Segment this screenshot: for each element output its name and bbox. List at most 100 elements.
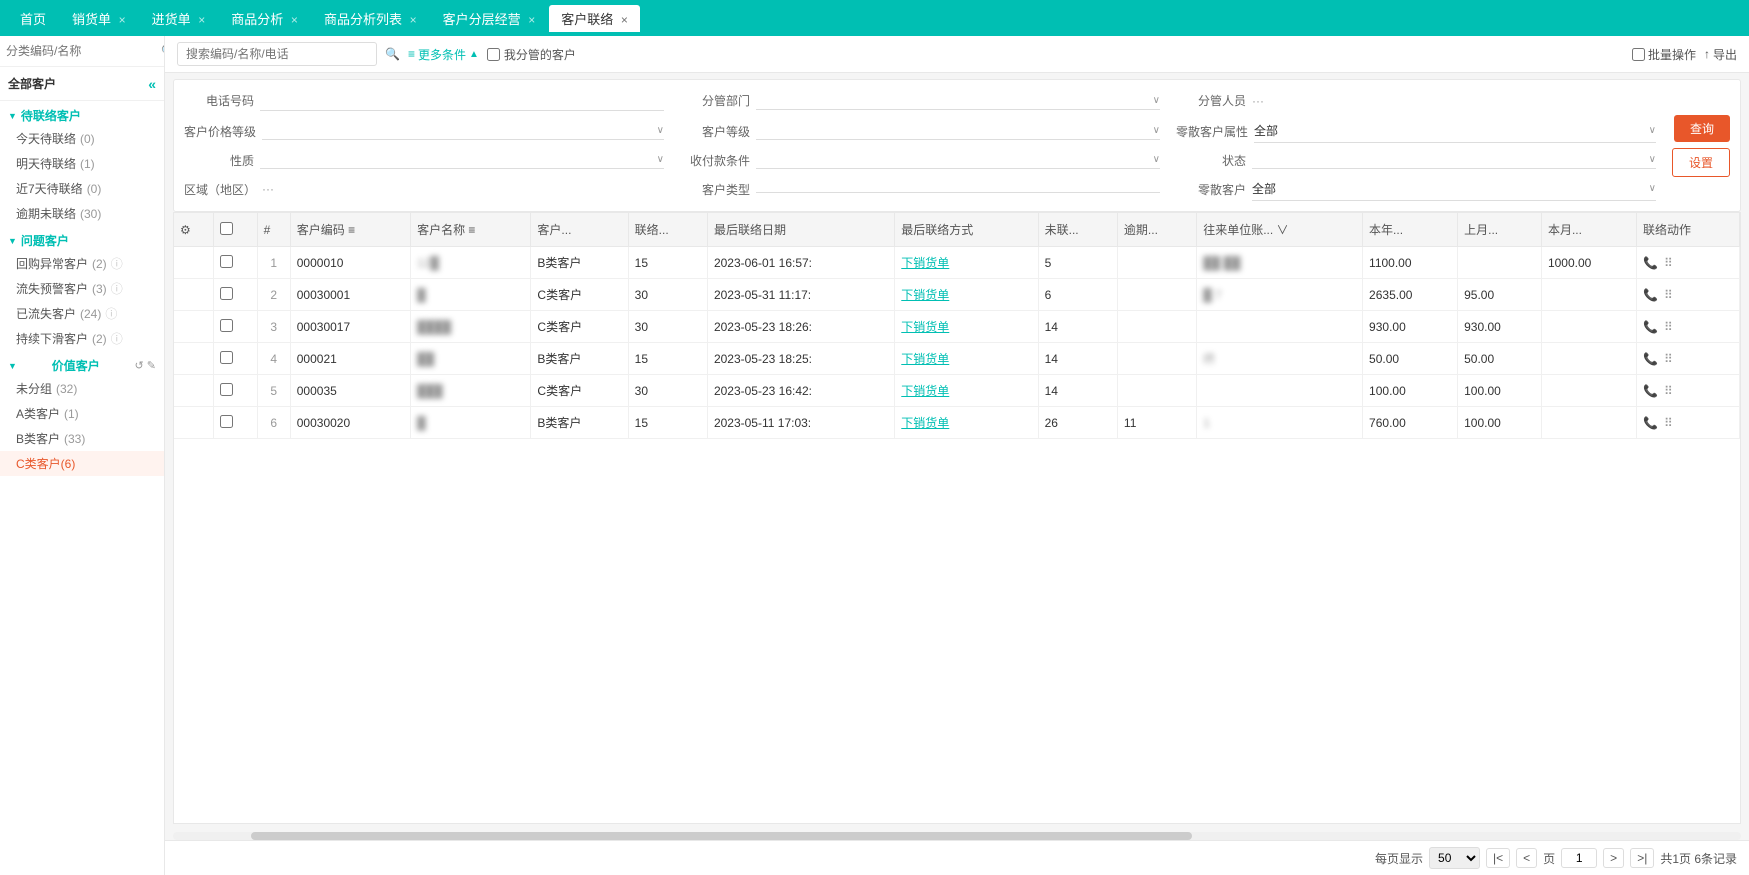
sidebar-item-class-b[interactable]: B类客户(33) <box>0 426 164 451</box>
sidebar-item-tomorrow[interactable]: 明天待联络(1) <box>0 151 164 176</box>
per-page-select[interactable]: 50 100 200 <box>1429 847 1480 869</box>
sidebar-item-today[interactable]: 今天待联络(0) <box>0 126 164 151</box>
last-page-btn[interactable]: >| <box>1630 848 1654 868</box>
dept-select[interactable]: ∨ <box>756 92 1160 110</box>
nav-sales[interactable]: 销货单 × <box>60 5 138 32</box>
sidebar-item-declining[interactable]: 持续下滑客户(2)ⓘ <box>0 326 164 351</box>
more-action-icon[interactable]: ⠿ <box>1664 320 1673 334</box>
nav-product-analysis[interactable]: 商品分析 × <box>219 5 310 32</box>
page-number-input[interactable] <box>1561 848 1597 868</box>
customer-level-select[interactable]: ∨ <box>756 122 1160 140</box>
phone-action-icon[interactable]: 📞 <box>1643 256 1658 270</box>
retail-customer-select[interactable]: 全部 ∨ <box>1252 177 1656 201</box>
nav-product-list[interactable]: 商品分析列表 × <box>312 5 429 32</box>
close-product-analysis-icon[interactable]: × <box>291 13 298 27</box>
row-action[interactable]: 📞⠿ <box>1637 311 1740 343</box>
sidebar-item-7days[interactable]: 近7天待联络(0) <box>0 176 164 201</box>
sidebar-item-repurchase-abnormal[interactable]: 回购异常客户(2)ⓘ <box>0 251 164 276</box>
batch-ops-btn[interactable]: 批量操作 <box>1632 46 1696 63</box>
phone-action-icon[interactable]: 📞 <box>1643 288 1658 302</box>
phone-action-icon[interactable]: 📞 <box>1643 416 1658 430</box>
sidebar-search-input[interactable] <box>6 44 161 58</box>
col-gear[interactable]: ⚙ <box>174 213 213 247</box>
more-action-icon[interactable]: ⠿ <box>1664 256 1673 270</box>
phone-action-icon[interactable]: 📞 <box>1643 384 1658 398</box>
close-product-list-icon[interactable]: × <box>410 13 417 27</box>
row-checkbox[interactable] <box>213 279 257 311</box>
row-last-method[interactable]: 下销货单 <box>895 247 1038 279</box>
scrollbar-thumb[interactable] <box>251 832 1192 840</box>
close-customer-contact-icon[interactable]: × <box>621 13 628 27</box>
col-code[interactable]: 客户编码 ≡ <box>290 213 410 247</box>
row-action[interactable]: 📞⠿ <box>1637 343 1740 375</box>
first-page-btn[interactable]: |< <box>1486 848 1510 868</box>
row-action[interactable]: 📞⠿ <box>1637 279 1740 311</box>
sidebar-item-unclassified[interactable]: 未分组(32) <box>0 376 164 401</box>
search-icon[interactable]: 🔍 <box>385 47 400 61</box>
status-select[interactable]: ∨ <box>1252 151 1656 169</box>
col-name[interactable]: 客户名称 ≡ <box>411 213 531 247</box>
row-checkbox[interactable] <box>213 375 257 407</box>
filter-more-btn[interactable]: ≡ 更多条件 ▲ <box>408 46 479 63</box>
sidebar-item-churned[interactable]: 已流失客户(24)ⓘ <box>0 301 164 326</box>
row-last-method[interactable]: 下销货单 <box>895 279 1038 311</box>
phone-action-icon[interactable]: 📞 <box>1643 352 1658 366</box>
export-btn[interactable]: ↑ 导出 <box>1704 46 1737 63</box>
row-checkbox[interactable] <box>213 311 257 343</box>
row-action[interactable]: 📞⠿ <box>1637 247 1740 279</box>
nav-home[interactable]: 首页 <box>8 5 58 32</box>
gender-select[interactable]: ∨ <box>260 151 664 169</box>
my-customers-checkbox[interactable] <box>487 48 500 61</box>
prev-page-btn[interactable]: < <box>1516 848 1537 868</box>
horizontal-scrollbar[interactable] <box>173 832 1741 840</box>
gear-icon[interactable]: ⚙ <box>180 223 191 237</box>
close-customer-segment-icon[interactable]: × <box>528 13 535 27</box>
sidebar-item-class-c[interactable]: C类客户(6) <box>0 451 164 476</box>
section-value-customers[interactable]: 价值客户 ↺ ✎ <box>0 351 164 376</box>
section-problem-customers[interactable]: 问题客户 <box>0 226 164 251</box>
row-select-checkbox[interactable] <box>220 415 233 428</box>
region-ellipsis[interactable]: ··· <box>262 182 274 196</box>
sidebar-collapse-icon[interactable]: « <box>148 76 156 92</box>
phone-action-icon[interactable]: 📞 <box>1643 320 1658 334</box>
row-checkbox[interactable] <box>213 247 257 279</box>
col-checkbox[interactable] <box>213 213 257 247</box>
nav-customer-contact[interactable]: 客户联络 × <box>549 5 640 32</box>
more-action-icon[interactable]: ⠿ <box>1664 288 1673 302</box>
row-last-method[interactable]: 下销货单 <box>895 343 1038 375</box>
row-select-checkbox[interactable] <box>220 351 233 364</box>
sidebar-item-class-a[interactable]: A类客户(1) <box>0 401 164 426</box>
row-checkbox[interactable] <box>213 343 257 375</box>
my-customers-filter[interactable]: 我分管的客户 <box>487 46 576 63</box>
sidebar-item-churn-warning[interactable]: 流失预警客户(3)ⓘ <box>0 276 164 301</box>
row-select-checkbox[interactable] <box>220 319 233 332</box>
value-level-select[interactable]: ∨ <box>262 122 664 140</box>
customer-type-select[interactable] <box>756 186 1160 193</box>
row-last-method[interactable]: 下销货单 <box>895 311 1038 343</box>
close-purchase-icon[interactable]: × <box>198 13 205 27</box>
sidebar-item-overdue-contact[interactable]: 逾期未联络(30) <box>0 201 164 226</box>
payment-select[interactable]: ∨ <box>756 151 1160 169</box>
select-all-checkbox[interactable] <box>220 222 233 235</box>
row-select-checkbox[interactable] <box>220 383 233 396</box>
next-page-btn[interactable]: > <box>1603 848 1624 868</box>
nav-customer-segment[interactable]: 客户分层经营 × <box>431 5 548 32</box>
row-action[interactable]: 📞⠿ <box>1637 407 1740 439</box>
sidebar-all-customers[interactable]: 全部客户 « <box>0 67 164 101</box>
nav-purchase[interactable]: 进货单 × <box>140 5 218 32</box>
row-last-method[interactable]: 下销货单 <box>895 407 1038 439</box>
more-action-icon[interactable]: ⠿ <box>1664 352 1673 366</box>
close-sales-icon[interactable]: × <box>119 13 126 27</box>
retail-attr-select[interactable]: 全部 ∨ <box>1254 119 1656 143</box>
batch-ops-checkbox[interactable] <box>1632 48 1645 61</box>
more-action-icon[interactable]: ⠿ <box>1664 384 1673 398</box>
query-button[interactable]: 查询 <box>1674 115 1730 142</box>
section-pending-contact[interactable]: 待联络客户 <box>0 101 164 126</box>
search-input[interactable] <box>177 42 377 66</box>
person-ellipsis[interactable]: ··· <box>1252 94 1264 108</box>
row-select-checkbox[interactable] <box>220 287 233 300</box>
row-last-method[interactable]: 下销货单 <box>895 375 1038 407</box>
row-checkbox[interactable] <box>213 407 257 439</box>
row-select-checkbox[interactable] <box>220 255 233 268</box>
more-action-icon[interactable]: ⠿ <box>1664 416 1673 430</box>
